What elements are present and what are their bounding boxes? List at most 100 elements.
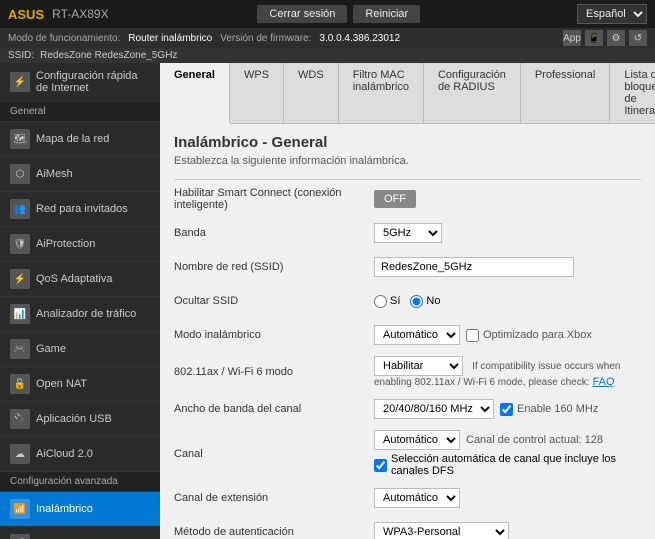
sidebar-item-aicloud[interactable]: ☁ AiCloud 2.0: [0, 437, 160, 472]
page-subtitle: Establezca la siguiente información inal…: [174, 155, 641, 167]
ssid-field-control: [374, 257, 641, 277]
aicloud-icon: ☁: [10, 444, 30, 464]
wireless-icon: 📶: [10, 499, 30, 519]
hide-ssid-no-label[interactable]: No: [410, 295, 440, 308]
tab-general[interactable]: General: [160, 63, 230, 124]
logo: ASUS: [8, 7, 44, 22]
channel-label: Canal: [174, 448, 374, 460]
sidebar-item-aiprotection[interactable]: 🛡 AiProtection: [0, 227, 160, 262]
xbox-optimized-label[interactable]: Optimizado para Xbox: [466, 329, 592, 342]
banda-control: 5GHz 2.4GHz: [374, 223, 641, 243]
sidebar-item-qos[interactable]: ⚡ QoS Adaptativa: [0, 262, 160, 297]
wireless-mode-select[interactable]: Automático: [374, 325, 460, 345]
sidebar-item-usb[interactable]: 🔌 Aplicación USB: [0, 402, 160, 437]
top-bar: ASUS RT-AX89X Cerrar sesión Reiniciar Es…: [0, 0, 655, 28]
extension-channel-control: Automático: [374, 488, 641, 508]
channel-info-text: Canal de control actual: 128: [466, 434, 603, 446]
channel-row: Canal Automático Canal de control actual…: [174, 430, 641, 477]
sidebar-item-lan[interactable]: 🔗 LAN: [0, 527, 160, 539]
tab-wps[interactable]: WPS: [230, 63, 284, 123]
auth-method-control: WPA3-Personal WPA2-Personal WPA/WPA2-Per…: [374, 522, 641, 539]
enable-160-label[interactable]: Enable 160 MHz: [500, 403, 598, 416]
app-icon-btn[interactable]: App: [563, 30, 581, 46]
open-nat-icon: 🔓: [10, 374, 30, 394]
wifi6-label: 802.11ax / Wi-Fi 6 modo: [174, 366, 374, 378]
wifi6-control: Habilitar Deshabilitar If compatibility …: [374, 356, 641, 388]
network-map-icon: 🗺: [10, 129, 30, 149]
ssid-bar-value: RedesZone RedesZone_5GHz: [40, 50, 177, 61]
sidebar-item-guest-network[interactable]: 👥 Red para invitados: [0, 192, 160, 227]
xbox-optimized-text: Optimizado para Xbox: [483, 329, 592, 341]
extension-channel-row: Canal de extensión Automático: [174, 485, 641, 511]
tab-professional[interactable]: Professional: [521, 63, 611, 123]
game-icon: 🎮: [10, 339, 30, 359]
logout-button[interactable]: Cerrar sesión: [257, 5, 347, 23]
channel-select[interactable]: Automático: [374, 430, 460, 450]
wifi6-select[interactable]: Habilitar Deshabilitar: [374, 356, 463, 376]
dfs-row: Selección automática de canal que incluy…: [374, 453, 641, 477]
dfs-checkbox[interactable]: [374, 459, 387, 472]
sidebar-traffic-label: Analizador de tráfico: [36, 308, 136, 320]
channel-control: Automático Canal de control actual: 128 …: [374, 430, 641, 477]
tab-mac-filter[interactable]: Filtro MAC inalámbrico: [339, 63, 424, 123]
smart-connect-toggle[interactable]: OFF: [374, 190, 416, 208]
smart-connect-row: Habilitar Smart Connect (conexión inteli…: [174, 186, 641, 212]
sidebar: ⚡ Configuración rápida de Internet Gener…: [0, 63, 160, 539]
sidebar-network-map-label: Mapa de la red: [36, 133, 109, 145]
sidebar-item-game[interactable]: 🎮 Game: [0, 332, 160, 367]
page-title: Inalámbrico - General: [174, 134, 641, 151]
xbox-optimized-checkbox[interactable]: [466, 329, 479, 342]
traffic-icon: 📊: [10, 304, 30, 324]
tab-radius[interactable]: Configuración de RADIUS: [424, 63, 521, 123]
divider-1: [174, 179, 641, 180]
ssid-row: Nombre de red (SSID): [174, 254, 641, 280]
hide-ssid-si-label[interactable]: Sí: [374, 295, 400, 308]
bandwidth-control: 20/40/80/160 MHz 20/40/80 MHz 20/40 MHz …: [374, 399, 641, 419]
firmware-value: 3.0.0.4.386.23012: [319, 33, 400, 44]
main-layout: ⚡ Configuración rápida de Internet Gener…: [0, 63, 655, 539]
icon-btn-3[interactable]: ↺: [629, 30, 647, 46]
tab-wds[interactable]: WDS: [284, 63, 339, 123]
sidebar-item-wireless[interactable]: 📶 Inalámbrico: [0, 492, 160, 527]
sidebar-item-open-nat[interactable]: 🔓 Open NAT: [0, 367, 160, 402]
dfs-label: Selección automática de canal que incluy…: [391, 453, 641, 477]
aiprotection-icon: 🛡: [10, 234, 30, 254]
tab-bar: General WPS WDS Filtro MAC inalámbrico C…: [160, 63, 655, 124]
wireless-mode-control: Automático Optimizado para Xbox: [374, 325, 641, 345]
enable-160-checkbox[interactable]: [500, 403, 513, 416]
sidebar-opennat-label: Open NAT: [36, 378, 87, 390]
sidebar-item-aimesh[interactable]: ⬡ AiMesh: [0, 157, 160, 192]
smart-connect-control: OFF: [374, 190, 641, 208]
extension-channel-select[interactable]: Automático: [374, 488, 460, 508]
enable-160-text: Enable 160 MHz: [517, 403, 598, 415]
banda-select[interactable]: 5GHz 2.4GHz: [374, 223, 442, 243]
sidebar-usb-label: Aplicación USB: [36, 413, 112, 425]
tab-blocklist[interactable]: Lista de bloqueo de Itinerancia: [610, 63, 655, 123]
ssid-input[interactable]: [374, 257, 574, 277]
sidebar-wireless-label: Inalámbrico: [36, 503, 93, 515]
sidebar-aicloud-label: AiCloud 2.0: [36, 448, 93, 460]
sidebar-aiprot-label: AiProtection: [36, 238, 95, 250]
icon-btn-1[interactable]: 📱: [585, 30, 603, 46]
hide-ssid-si-radio[interactable]: [374, 295, 387, 308]
auth-method-select[interactable]: WPA3-Personal WPA2-Personal WPA/WPA2-Per…: [374, 522, 509, 539]
hide-ssid-no-radio[interactable]: [410, 295, 423, 308]
bandwidth-select[interactable]: 20/40/80/160 MHz 20/40/80 MHz 20/40 MHz …: [374, 399, 494, 419]
wifi6-faq-link[interactable]: FAQ: [593, 376, 615, 388]
lan-icon: 🔗: [10, 534, 30, 539]
sidebar-item-network-map[interactable]: 🗺 Mapa de la red: [0, 122, 160, 157]
sidebar-item-traffic[interactable]: 📊 Analizador de tráfico: [0, 297, 160, 332]
language-select[interactable]: Español: [577, 4, 647, 24]
usb-icon: 🔌: [10, 409, 30, 429]
icon-btn-2[interactable]: ⚙: [607, 30, 625, 46]
restart-button[interactable]: Reiniciar: [353, 5, 420, 23]
bandwidth-row: Ancho de banda del canal 20/40/80/160 MH…: [174, 396, 641, 422]
info-bar: Modo de funcionamiento: Router inalámbri…: [0, 28, 655, 48]
wireless-mode-label: Modo inalámbrico: [174, 329, 374, 341]
sidebar-item-quick-config[interactable]: ⚡ Configuración rápida de Internet: [0, 63, 160, 102]
mode-value: Router inalámbrico: [128, 33, 212, 44]
wireless-mode-row: Modo inalámbrico Automático Optimizado p…: [174, 322, 641, 348]
sidebar-game-label: Game: [36, 343, 66, 355]
sidebar-section-advanced: Configuración avanzada: [0, 472, 160, 492]
ssid-bar-label: SSID:: [8, 50, 34, 61]
